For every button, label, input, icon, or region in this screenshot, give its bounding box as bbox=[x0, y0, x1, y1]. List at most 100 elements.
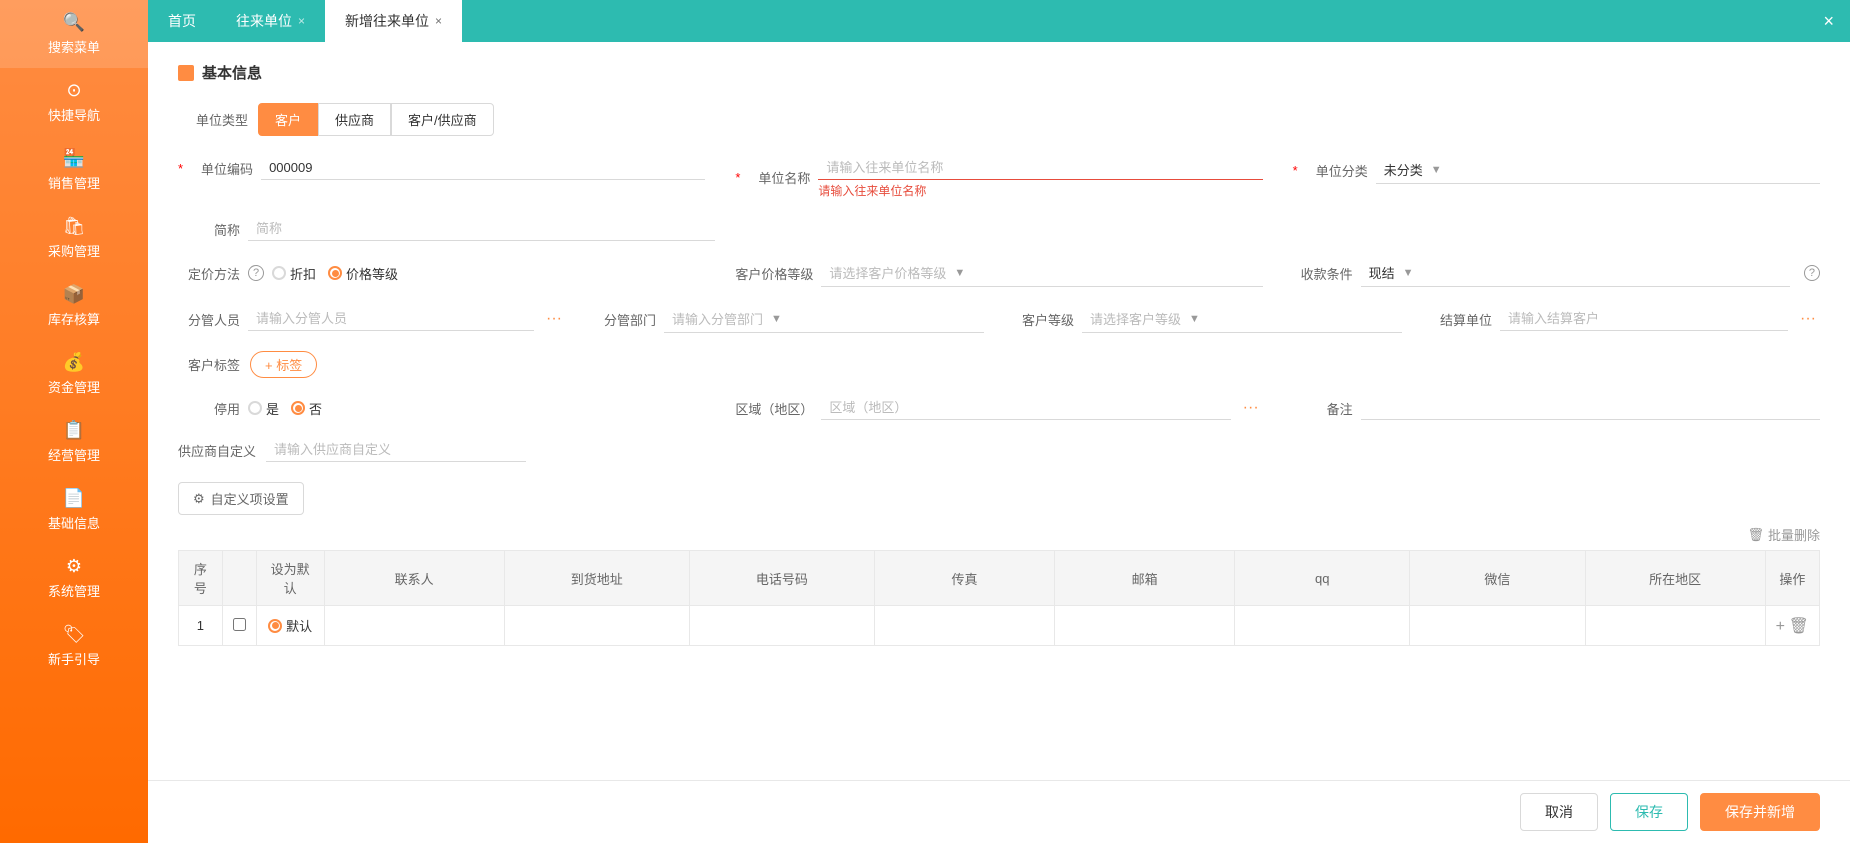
radio-disabled-yes[interactable]: 是 bbox=[248, 399, 279, 418]
row-checkbox[interactable] bbox=[233, 618, 246, 631]
cell-fax[interactable] bbox=[874, 606, 1054, 646]
input-qq[interactable] bbox=[1245, 614, 1399, 637]
required-code: * bbox=[178, 161, 183, 176]
input-contact[interactable] bbox=[335, 614, 494, 637]
section-icon bbox=[178, 65, 194, 81]
chevron-payment-terms: ▼ bbox=[1403, 267, 1414, 279]
sidebar-item-search[interactable]: 🔍 搜索菜单 bbox=[0, 0, 148, 68]
input-wechat[interactable] bbox=[1420, 614, 1574, 637]
input-unit-code[interactable] bbox=[261, 156, 705, 180]
unit-type-label: 单位类型 bbox=[178, 110, 248, 129]
sidebar-label-guide: 新手引导 bbox=[48, 649, 100, 668]
sales-icon: 🏪 bbox=[63, 148, 85, 169]
select-customer-price-level[interactable]: 请选择客户价格等级 ▼ bbox=[821, 259, 1262, 287]
input-settlement-unit[interactable] bbox=[1500, 307, 1788, 331]
unit-type-both[interactable]: 客户/供应商 bbox=[391, 103, 494, 136]
save-button[interactable]: 保存 bbox=[1610, 793, 1688, 831]
cell-default: 默认 bbox=[256, 606, 324, 646]
tab-partners[interactable]: 往来单位 × bbox=[216, 0, 325, 42]
sidebar-item-purchase[interactable]: 🛍 采购管理 bbox=[0, 204, 148, 272]
window-close-button[interactable]: × bbox=[1807, 0, 1850, 42]
save-new-button[interactable]: 保存并新增 bbox=[1700, 793, 1820, 831]
sidebar-item-quick-nav[interactable]: ⊙ 快捷导航 bbox=[0, 68, 148, 136]
sidebar-item-finance[interactable]: 💰 资金管理 bbox=[0, 340, 148, 408]
table-actions-bar: 🗑 批量删除 bbox=[178, 525, 1820, 544]
sidebar-item-system[interactable]: ⚙ 系统管理 bbox=[0, 544, 148, 612]
guide-icon: 🏷 bbox=[63, 624, 86, 645]
radio-default[interactable]: 默认 bbox=[267, 616, 314, 635]
input-unit-name[interactable] bbox=[818, 156, 1262, 180]
input-supervisor[interactable] bbox=[248, 307, 534, 331]
add-row-button[interactable]: + bbox=[1776, 618, 1785, 636]
radio-circle-default bbox=[268, 619, 282, 633]
input-region[interactable] bbox=[1596, 614, 1755, 637]
sidebar-label-search: 搜索菜单 bbox=[48, 37, 100, 56]
sidebar-label-sales: 销售管理 bbox=[48, 173, 100, 192]
radio-price-level[interactable]: 价格等级 bbox=[328, 264, 398, 283]
label-unit-category: 单位分类 bbox=[1308, 161, 1368, 180]
cell-checkbox[interactable] bbox=[222, 606, 256, 646]
unit-type-customer[interactable]: 客户 bbox=[258, 103, 318, 136]
select-customer-level[interactable]: 请选择客户等级 ▼ bbox=[1082, 305, 1402, 333]
tab-new-partner[interactable]: 新增往来单位 × bbox=[325, 0, 462, 42]
batch-delete-button[interactable]: 🗑 批量删除 bbox=[1747, 525, 1820, 544]
radio-discount[interactable]: 折扣 bbox=[272, 264, 316, 283]
tab-close-partners[interactable]: × bbox=[298, 14, 305, 28]
cell-wechat[interactable] bbox=[1410, 606, 1585, 646]
tab-home[interactable]: 首页 bbox=[148, 0, 216, 42]
field-area: 区域（地区） ··· bbox=[735, 396, 1262, 420]
select-department[interactable]: 请输入分管部门 ▼ bbox=[664, 305, 984, 333]
input-email[interactable] bbox=[1065, 614, 1224, 637]
col-wechat: 微信 bbox=[1410, 551, 1585, 606]
input-short-name[interactable] bbox=[248, 217, 715, 241]
input-fax[interactable] bbox=[885, 614, 1044, 637]
label-disabled: 停用 bbox=[178, 399, 240, 418]
sidebar-item-inventory[interactable]: 📦 库存核算 bbox=[0, 272, 148, 340]
trash-icon: 🗑 bbox=[1747, 527, 1764, 543]
cell-address[interactable] bbox=[504, 606, 689, 646]
label-payment-terms: 收款条件 bbox=[1293, 264, 1353, 283]
input-phone[interactable] bbox=[700, 614, 864, 637]
error-unit-name: 请输入往来单位名称 bbox=[818, 182, 1262, 199]
row-pricing: 定价方法 ? 折扣 价格等级 客户价格等级 bbox=[178, 259, 1820, 287]
cell-region[interactable] bbox=[1585, 606, 1765, 646]
radio-disabled-no[interactable]: 否 bbox=[291, 399, 322, 418]
col-phone: 电话号码 bbox=[689, 551, 874, 606]
help-payment[interactable]: ? bbox=[1804, 265, 1820, 281]
chevron-department: ▼ bbox=[771, 313, 782, 325]
cell-contact[interactable] bbox=[324, 606, 504, 646]
input-remarks[interactable] bbox=[1361, 396, 1820, 420]
cancel-button[interactable]: 取消 bbox=[1520, 793, 1598, 831]
row-code-name-cat: * 单位编码 * 单位名称 请输入往来单位名称 * 单位分类 bbox=[178, 156, 1820, 199]
sidebar-item-guide[interactable]: 🏷 新手引导 bbox=[0, 612, 148, 680]
more-area[interactable]: ··· bbox=[1239, 399, 1263, 417]
tab-close-new-partner[interactable]: × bbox=[435, 14, 442, 28]
del-row-button[interactable]: 🗑 bbox=[1789, 616, 1809, 636]
add-tag-button[interactable]: + 标签 bbox=[250, 351, 317, 378]
sidebar-item-operations[interactable]: 📋 经营管理 bbox=[0, 408, 148, 476]
cell-email[interactable] bbox=[1055, 606, 1235, 646]
select-unit-category[interactable]: 未分类 ▼ bbox=[1376, 156, 1820, 184]
sidebar-label-finance: 资金管理 bbox=[48, 377, 100, 396]
sidebar-item-basic[interactable]: 📄 基础信息 bbox=[0, 476, 148, 544]
input-address[interactable] bbox=[515, 614, 679, 637]
cell-phone[interactable] bbox=[689, 606, 874, 646]
more-settlement[interactable]: ··· bbox=[1796, 310, 1820, 328]
input-supplier-custom[interactable] bbox=[266, 438, 526, 462]
field-remarks: 备注 bbox=[1293, 396, 1820, 420]
custom-settings-button[interactable]: ⚙ 自定义项设置 bbox=[178, 482, 304, 515]
gear-icon: ⚙ bbox=[193, 491, 205, 507]
label-short-name: 简称 bbox=[178, 220, 240, 239]
unit-type-supplier[interactable]: 供应商 bbox=[318, 103, 391, 136]
sidebar-item-sales[interactable]: 🏪 销售管理 bbox=[0, 136, 148, 204]
more-supervisor[interactable]: ··· bbox=[542, 310, 566, 328]
unit-type-row: 单位类型 客户 供应商 客户/供应商 bbox=[178, 103, 1820, 136]
select-payment-terms[interactable]: 现结 ▼ bbox=[1361, 259, 1790, 287]
input-area[interactable] bbox=[821, 396, 1230, 420]
col-qq: qq bbox=[1235, 551, 1410, 606]
help-pricing[interactable]: ? bbox=[248, 265, 264, 281]
cell-qq[interactable] bbox=[1235, 606, 1410, 646]
field-disabled: 停用 是 否 bbox=[178, 399, 705, 418]
sidebar-label-operations: 经营管理 bbox=[48, 445, 100, 464]
cell-index: 1 bbox=[179, 606, 223, 646]
